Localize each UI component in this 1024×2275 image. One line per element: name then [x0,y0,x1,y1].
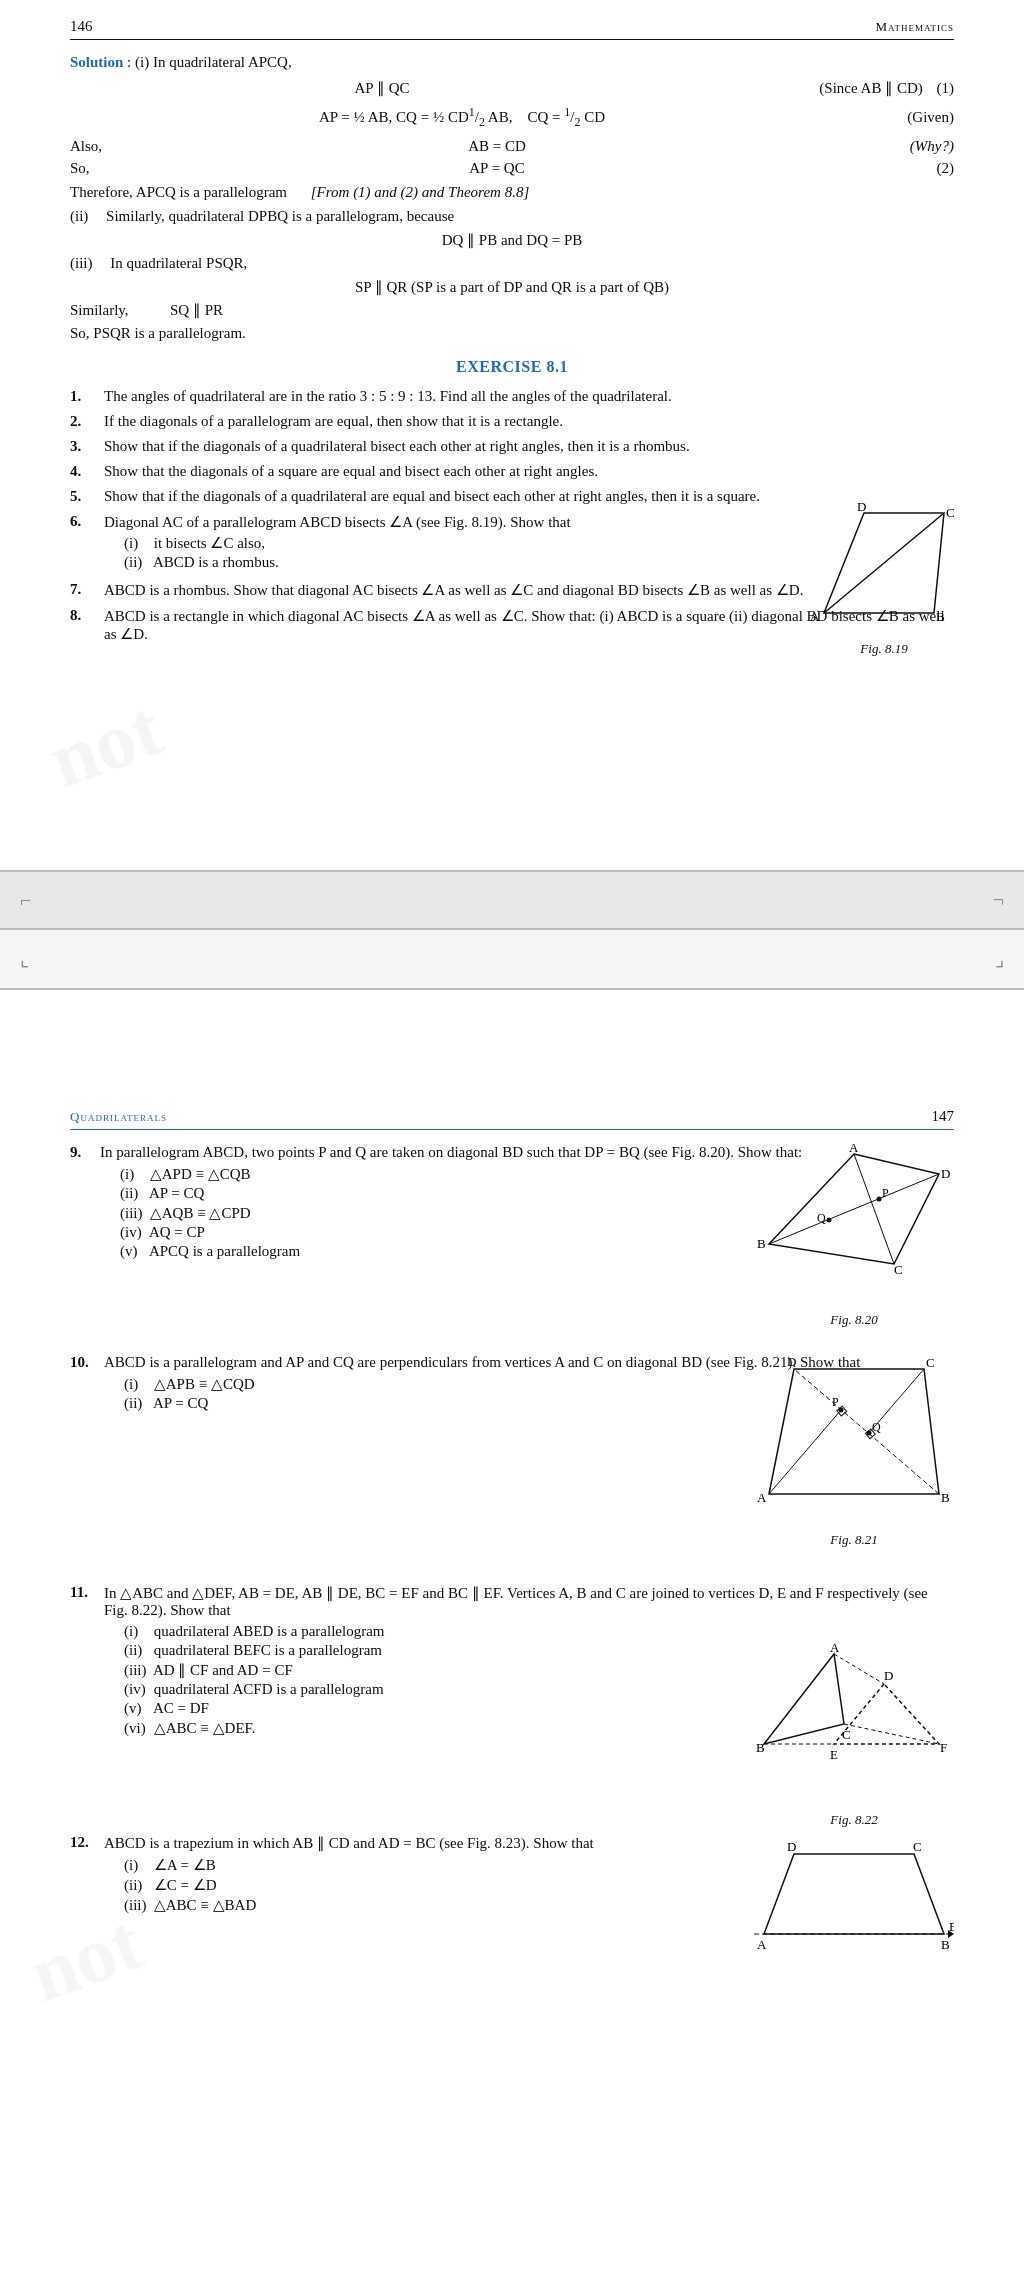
exercise-title: EXERCISE 8.1 [70,358,954,376]
fig-822: A B C D E F [754,1644,954,1804]
svg-marker-17 [769,1369,939,1494]
therefore-apcq: Therefore, APCQ is a parallelogram [From… [70,184,954,201]
fig-820: A D C B P Q [754,1144,954,1304]
svg-text:D: D [884,1668,893,1683]
svg-text:P: P [882,1186,889,1200]
svg-text:E: E [830,1747,838,1762]
svg-line-1 [824,513,944,613]
svg-text:C: C [946,505,955,520]
svg-marker-43 [764,1854,944,1934]
fig-821-container: D C B A P Q Fig. 8.21 [754,1354,954,1548]
exercise-list-2: 9. In parallelogram ABCD, two points P a… [70,1144,954,2034]
page-header-147: Quadrilaterals 147 [70,1108,954,1130]
svg-text:E: E [949,1919,954,1934]
svg-point-10 [827,1218,832,1223]
page-number-146: 146 [70,18,93,35]
svg-text:P: P [832,1395,839,1409]
svg-text:A: A [830,1644,840,1655]
fig-823: A B D C E [754,1834,954,1954]
equation-ap-cq: AP = ½ AB, CQ = ½ CD1/2 AB, CQ = 1/2 CD … [70,105,954,130]
iii-psqr: (iii) In quadrilateral PSQR, [70,255,954,272]
page-header-146: 146 Mathematics [70,18,954,40]
svg-text:A: A [757,1490,767,1505]
svg-text:C: C [894,1262,903,1277]
svg-point-9 [877,1197,882,1202]
svg-text:Q: Q [872,1420,881,1434]
exercise-item-1: 1. The angles of quadrilateral are in th… [70,388,954,405]
exercise-item-3: 3. Show that if the diagonals of a quadr… [70,438,954,455]
fig-820-label: Fig. 8.20 [754,1312,954,1328]
svg-line-33 [834,1654,884,1684]
svg-text:D: D [787,1354,796,1369]
svg-text:B: B [941,1937,950,1952]
svg-line-18 [794,1369,939,1494]
also-line: Also, AB = CD (Why?) [70,138,954,155]
similarly-sq: Similarly, SQ ∥ PR [70,301,954,319]
quadrilaterals-label: Quadrilaterals [70,1109,167,1125]
page-number-147: 147 [932,1108,955,1125]
so-line: So, AP = QC (2) [70,160,954,177]
fig-823-container: A B D C E [754,1834,954,1958]
fig-820-container: A D C B P Q Fig. 8.20 [754,1144,954,1328]
solution-heading: Solution : (i) In quadrilateral APCQ, [70,54,954,71]
corner-mark-bottom-right: ¬ [993,889,1004,912]
svg-marker-31 [764,1654,844,1744]
exercise-item-10: 10. ABCD is a parallelogram and AP and C… [70,1354,954,1574]
svg-text:C: C [842,1727,851,1742]
exercise-item-11: 11. In △ABC and △DEF, AB = DE, AB ∥ DE, … [70,1584,954,1824]
corner-mark-bottom-left: ⌐ [20,889,31,912]
exercise-item-6: 6. Diagonal AC of a parallelogram ABCD b… [70,513,954,573]
svg-text:A: A [757,1937,767,1952]
svg-text:A: A [849,1144,859,1155]
exercise-item-12: 12. ABCD is a trapezium in which AB ∥ CD… [70,1834,954,2034]
svg-text:B: B [757,1236,766,1251]
fig-821-label: Fig. 8.21 [754,1532,954,1548]
svg-text:C: C [926,1355,935,1370]
equation-1: AP ∥ QC (Since AB ∥ CD) (1) [70,79,954,97]
svg-text:F: F [940,1740,947,1755]
svg-text:A: A [810,609,820,624]
sp-qr: SP ∥ QR (SP is a part of DP and QR is a … [70,278,954,296]
ii-dpbq: (ii) Similarly, quadrilateral DPBQ is a … [70,208,954,225]
svg-line-8 [769,1174,939,1244]
exercise-list: 1. The angles of quadrilateral are in th… [70,388,954,643]
svg-text:D: D [941,1166,950,1181]
fig-821: D C B A P Q [754,1354,954,1524]
exercise-item-9: 9. In parallelogram ABCD, two points P a… [70,1144,954,1344]
subject-label: Mathematics [875,19,954,35]
exercise-item-4: 4. Show that the diagonals of a square a… [70,463,954,480]
fig-819: D C B A [804,503,964,633]
watermark-not: not [38,683,174,807]
svg-line-35 [844,1724,939,1744]
fig-822-label: Fig. 8.22 [754,1812,954,1828]
svg-text:C: C [913,1839,922,1854]
svg-line-7 [854,1154,894,1264]
svg-text:Q: Q [817,1211,826,1225]
sub-11i: (i) quadrilateral ABED is a parallelogra… [124,1623,954,1640]
so-psqr: So, PSQR is a parallelogram. [70,325,954,342]
fig-819-container: D C B A Fig. 8.19 [804,503,964,657]
svg-text:D: D [787,1839,796,1854]
svg-line-20 [769,1410,841,1494]
fig-819-label: Fig. 8.19 [804,641,964,657]
svg-text:B: B [941,1490,950,1505]
svg-text:D: D [857,503,866,514]
page-break: ⌐ ¬ [0,870,1024,930]
fig-822-container: A B C D E F Fig. 8.22 [754,1644,954,1828]
exercise-item-2: 2. If the diagonals of a parallelogram a… [70,413,954,430]
svg-text:B: B [936,609,945,624]
dq-pb: DQ ∥ PB and DQ = PB [70,231,954,249]
svg-text:B: B [756,1740,765,1755]
